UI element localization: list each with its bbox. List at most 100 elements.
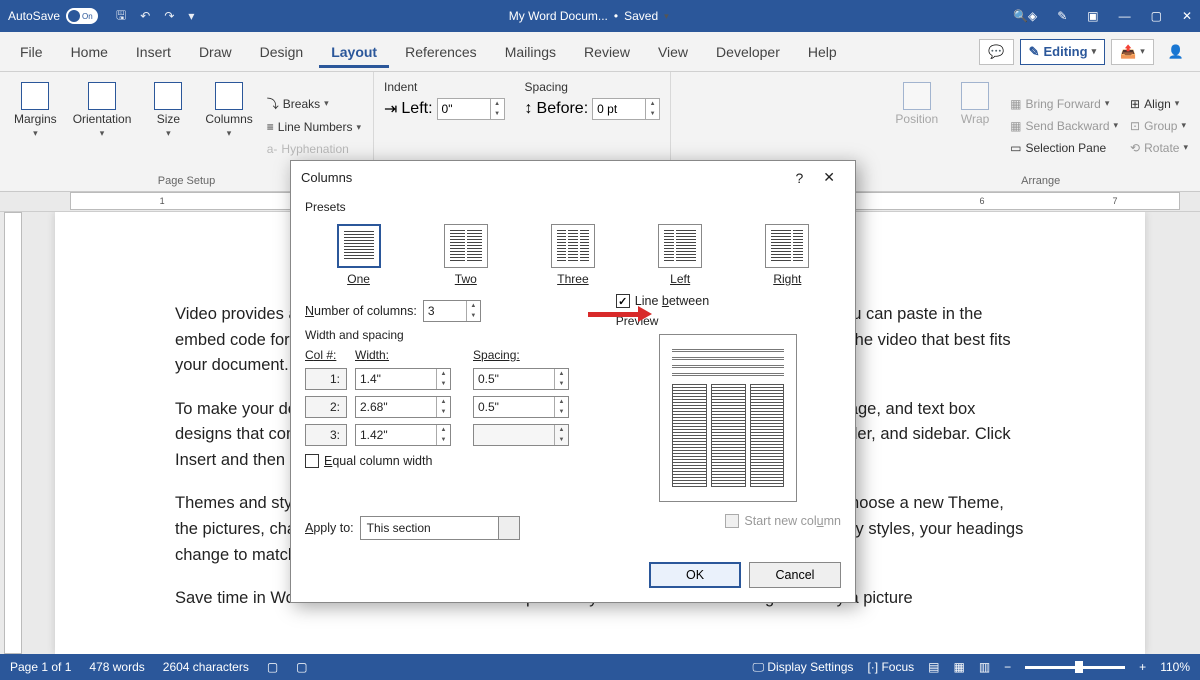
minimize-icon[interactable]: — xyxy=(1119,9,1131,23)
width-2-input[interactable]: 2.68"▲▼ xyxy=(355,396,451,418)
spacing-2-input[interactable]: 0.5"▲▼ xyxy=(473,396,569,418)
display-settings[interactable]: 🖵 Display Settings xyxy=(752,660,853,675)
tab-design[interactable]: Design xyxy=(248,36,316,68)
spacing-3-input[interactable]: ▲▼ xyxy=(473,424,569,446)
focus-button[interactable]: [·] Focus xyxy=(867,660,914,674)
spacing-1-input[interactable]: 0.5"▲▼ xyxy=(473,368,569,390)
autosave-label: AutoSave xyxy=(8,9,60,23)
share-button[interactable]: 📤 ▾ xyxy=(1111,39,1154,65)
zoom-slider[interactable] xyxy=(1025,666,1125,669)
selection-pane-button[interactable]: ▭ Selection Pane xyxy=(1008,139,1120,157)
statusbar: Page 1 of 1 478 words 2604 characters ▢ … xyxy=(0,654,1200,680)
zoom-level[interactable]: 110% xyxy=(1160,660,1190,674)
width-1-input[interactable]: 1.4"▲▼ xyxy=(355,368,451,390)
preset-right[interactable]: Right xyxy=(765,224,809,286)
columns-dialog: Columns ? ✕ Presets OOnene Two Three Lef… xyxy=(290,160,856,603)
orientation-button[interactable]: Orientation▾ xyxy=(69,78,136,173)
rotate-button: ⟲ Rotate ▾ xyxy=(1128,139,1190,157)
tab-help[interactable]: Help xyxy=(796,36,849,68)
width-header: Width: xyxy=(355,348,465,362)
num-cols-label: Number of columns: xyxy=(305,304,417,318)
titlebar-right: ◈ ✎ ▣ — ▢ ✕ xyxy=(1028,9,1192,23)
line-numbers-button[interactable]: ≡ Line Numbers ▾ xyxy=(265,118,363,136)
preset-left[interactable]: Left xyxy=(658,224,702,286)
search-icon[interactable]: 🔍 xyxy=(1013,9,1028,23)
preset-two[interactable]: Two xyxy=(444,224,488,286)
num-cols-input[interactable]: 3▲▼ xyxy=(423,300,481,322)
editing-mode-button[interactable]: ✎ Editing ▾ xyxy=(1020,39,1105,65)
zoom-out-icon[interactable]: − xyxy=(1004,660,1011,674)
maximize-icon[interactable]: ▢ xyxy=(1151,9,1162,23)
position-button[interactable]: Position xyxy=(891,78,942,173)
spacing-header: Spacing: xyxy=(473,348,583,362)
tab-insert[interactable]: Insert xyxy=(124,36,183,68)
align-button[interactable]: ⊞ Align ▾ xyxy=(1128,95,1190,113)
ws-label: Width and spacing xyxy=(305,328,598,342)
tab-file[interactable]: File xyxy=(8,36,55,68)
preset-three[interactable]: Three xyxy=(551,224,595,286)
ok-button[interactable]: OK xyxy=(649,562,741,588)
tab-home[interactable]: Home xyxy=(59,36,120,68)
col-3: 3: xyxy=(305,424,347,446)
dialog-close-icon[interactable]: ✕ xyxy=(813,169,845,186)
tab-review[interactable]: Review xyxy=(572,36,642,68)
apply-to-label: Apply to: xyxy=(305,521,354,535)
tab-mailings[interactable]: Mailings xyxy=(493,36,568,68)
account-icon[interactable]: 👤 xyxy=(1160,40,1192,64)
indent-left-icon: ⇥ xyxy=(384,99,397,119)
save-icon[interactable]: 🖫 xyxy=(116,6,126,27)
preview-box xyxy=(659,334,797,502)
dialog-title-text: Columns xyxy=(301,170,352,185)
hyphenation-button[interactable]: a- Hyphenation xyxy=(265,140,363,158)
redo-icon[interactable]: ↷ xyxy=(164,9,174,23)
annotation-arrow xyxy=(588,306,652,322)
diamond-icon[interactable]: ◈ xyxy=(1028,9,1037,23)
wand-icon[interactable]: ✎ xyxy=(1057,9,1067,23)
presets-label: Presets xyxy=(305,200,841,214)
tab-references[interactable]: References xyxy=(393,36,489,68)
apply-to-select[interactable]: This section xyxy=(360,516,520,540)
equal-width-checkbox[interactable]: Equal column width xyxy=(305,454,598,468)
page-count[interactable]: Page 1 of 1 xyxy=(10,660,71,674)
columns-button[interactable]: Columns▾ xyxy=(201,78,256,173)
indent-left-input[interactable]: 0"▲▼ xyxy=(437,98,505,120)
ribbon-tabs: File Home Insert Draw Design Layout Refe… xyxy=(0,32,1200,72)
start-new-column-checkbox: Start new column xyxy=(725,514,841,528)
close-icon[interactable]: ✕ xyxy=(1182,9,1192,23)
qat: 🖫 ↶ ↷ ▾ xyxy=(116,6,194,27)
tab-developer[interactable]: Developer xyxy=(704,36,792,68)
char-count[interactable]: 2604 characters xyxy=(163,660,249,674)
bring-forward-button: ▦ Bring Forward ▾ xyxy=(1008,95,1120,113)
col-2: 2: xyxy=(305,396,347,418)
document-title: My Word Docum... • Saved ▾ xyxy=(194,9,983,23)
breaks-button[interactable]: ⤵ Breaks ▾ xyxy=(265,93,363,114)
dialog-help-icon[interactable]: ? xyxy=(785,170,813,186)
margins-button[interactable]: Margins▾ xyxy=(10,78,61,173)
read-mode-icon[interactable]: ▤ xyxy=(928,660,939,674)
ribbon-toggle-icon[interactable]: ▣ xyxy=(1087,9,1098,23)
accessibility-icon[interactable]: ▢ xyxy=(296,660,307,674)
tab-layout[interactable]: Layout xyxy=(319,36,389,68)
cancel-button[interactable]: Cancel xyxy=(749,562,841,588)
zoom-in-icon[interactable]: + xyxy=(1139,660,1146,674)
tab-view[interactable]: View xyxy=(646,36,700,68)
undo-icon[interactable]: ↶ xyxy=(140,9,150,23)
tab-draw[interactable]: Draw xyxy=(187,36,244,68)
print-layout-icon[interactable]: ▦ xyxy=(953,660,964,674)
comments-button[interactable]: 💬 xyxy=(979,39,1013,65)
spacing-before-input[interactable]: 0 pt▲▼ xyxy=(592,98,660,120)
qat-dropdown-icon[interactable]: ▾ xyxy=(188,9,194,23)
spellcheck-icon[interactable]: ▢ xyxy=(267,660,278,674)
size-button[interactable]: Size▾ xyxy=(143,78,193,173)
width-spacing-grid: Col #: Width: Spacing: 1: 1.4"▲▼ 0.5"▲▼ … xyxy=(305,348,598,446)
width-3-input[interactable]: 1.42"▲▼ xyxy=(355,424,451,446)
col-1: 1: xyxy=(305,368,347,390)
web-layout-icon[interactable]: ▥ xyxy=(979,660,990,674)
word-count[interactable]: 478 words xyxy=(89,660,144,674)
autosave-control[interactable]: AutoSave On xyxy=(8,8,98,24)
ruler-vertical[interactable] xyxy=(4,212,22,654)
wrap-text-button[interactable]: Wrap xyxy=(950,78,1000,173)
autosave-toggle[interactable]: On xyxy=(66,8,98,24)
preset-one[interactable]: OOnene xyxy=(337,224,381,286)
dialog-titlebar: Columns ? ✕ xyxy=(291,161,855,194)
